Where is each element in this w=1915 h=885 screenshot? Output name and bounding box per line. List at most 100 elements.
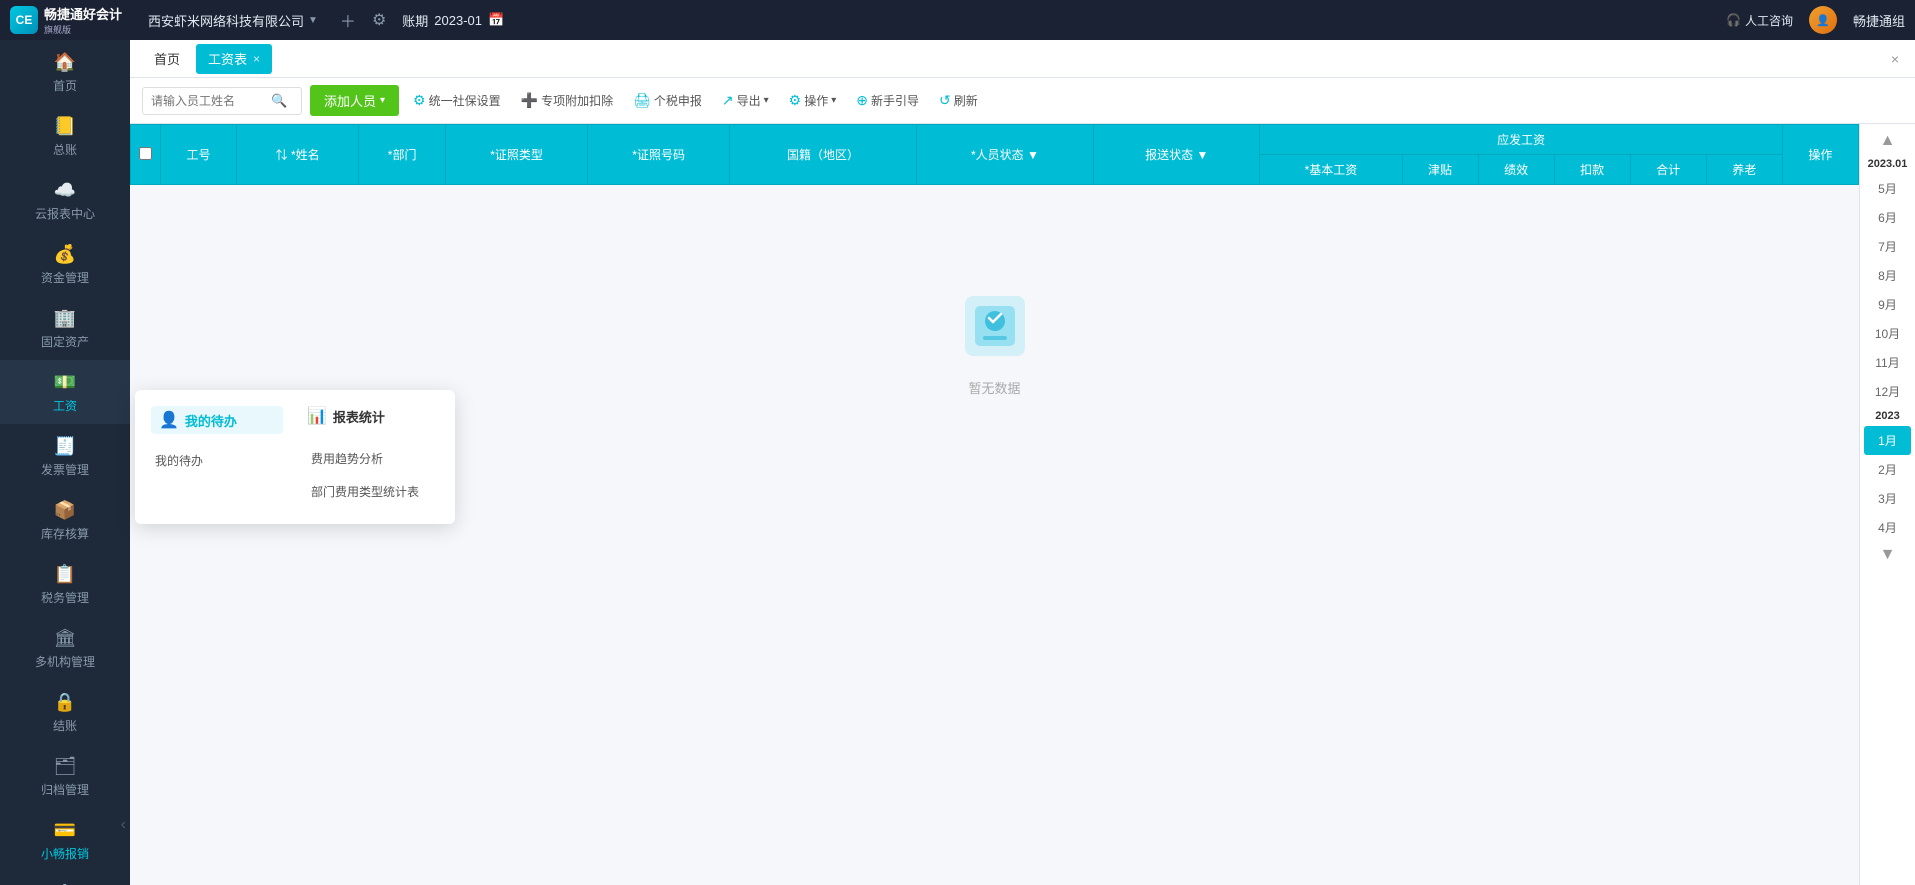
add-person-button[interactable]: 添加人员 ▾ <box>310 85 399 116</box>
home-icon: 🏠 <box>54 52 76 73</box>
sidebar-label-close: 结账 <box>53 717 77 734</box>
timeline-month-7[interactable]: 7月 <box>1860 232 1915 261</box>
right-panel: ▲ 2023.01 5月 6月 7月 8月 9月 10月 11月 12月 202… <box>1859 124 1915 885</box>
user-avatar: 👤 <box>1809 6 1837 34</box>
select-all-checkbox[interactable] <box>139 147 152 160</box>
sidebar-item-archive[interactable]: 🗂 归档管理 <box>0 744 130 808</box>
new-guide-label: 新手引导 <box>871 92 919 109</box>
sidebar-item-cloud-report[interactable]: ☁️ 云报表中心 <box>0 168 130 232</box>
sidebar-label-xiaochang: 小畅报销 <box>41 845 89 862</box>
tax-deduction-button[interactable]: ➕ 专项附加扣除 <box>515 88 619 113</box>
th-pension: 养老 <box>1706 155 1782 185</box>
expense-icon: 💳 <box>54 820 76 841</box>
collapse-arrow-icon: ‹ <box>121 816 126 834</box>
export-button[interactable]: ↗ 导出 ▾ <box>716 88 775 113</box>
filter2-icon[interactable]: ▼ <box>1196 148 1208 162</box>
individual-tax-button[interactable]: 🖨 个税申报 <box>627 88 708 113</box>
th-operation: 操作 <box>1782 125 1858 185</box>
tab-bar: 首页 工资表 × × <box>130 40 1915 78</box>
avatar-icon: 👤 <box>1816 14 1830 27</box>
top-bar-right: 🎧 人工咨询 👤 畅捷通组 <box>1726 6 1905 34</box>
th-total: 合计 <box>1630 155 1706 185</box>
th-id-type: *证照类型 <box>446 125 588 185</box>
tab-home-label: 首页 <box>154 49 180 68</box>
th-person-status: *人员状态 ▼ <box>916 125 1093 185</box>
new-guide-button[interactable]: ⊕ 新手引导 <box>850 88 925 113</box>
sidebar-item-home[interactable]: 🏠 首页 <box>0 40 130 104</box>
close-account-icon: 🔒 <box>54 692 76 713</box>
logo-area: CE 畅捷通好会计 旗舰版 <box>10 4 140 36</box>
fund-icon: 💰 <box>54 244 76 265</box>
popup-item-pending[interactable]: 我的待办 <box>151 444 283 477</box>
xiaochang-popup: 👤 我的待办 我的待办 📊 报表统计 费用趋势分析 部门费用类型统计表 <box>135 390 455 524</box>
social-security-button[interactable]: ⚙ 统一社保设置 <box>407 88 507 113</box>
help-button[interactable]: 🎧 人工咨询 <box>1726 12 1793 29</box>
sidebar-item-multi-org[interactable]: 🏛 多机构管理 <box>0 616 130 680</box>
help-label: 人工咨询 <box>1745 12 1793 29</box>
period-label: 账期 <box>402 11 428 30</box>
popup-pending-header[interactable]: 👤 我的待办 <box>151 406 283 434</box>
sidebar-item-xiaochang[interactable]: 💳 小畅报销 ‹ <box>0 808 130 872</box>
operation-button[interactable]: ⚙ 操作 ▾ <box>783 88 843 113</box>
add-icon[interactable]: ＋ <box>336 4 360 36</box>
search-icon[interactable]: 🔍 <box>271 93 287 109</box>
popup-item-trend[interactable]: 费用趋势分析 <box>307 442 439 475</box>
period-value: 2023-01 <box>434 13 482 28</box>
timeline-month-9[interactable]: 9月 <box>1860 290 1915 319</box>
sidebar-label-tax: 税务管理 <box>41 589 89 606</box>
tab-home[interactable]: 首页 <box>142 44 192 74</box>
sidebar-label-salary: 工资 <box>53 397 77 414</box>
timeline-month-3[interactable]: 3月 <box>1860 484 1915 513</box>
sidebar-item-invoice[interactable]: 🧾 发票管理 <box>0 424 130 488</box>
sidebar-item-asset[interactable]: 🏢 固定资产 <box>0 296 130 360</box>
timeline-month-10[interactable]: 10月 <box>1860 319 1915 348</box>
empty-state-icon <box>955 286 1035 366</box>
popup-item-dept-stats[interactable]: 部门费用类型统计表 <box>307 475 439 508</box>
period-info: 账期 2023-01 📅 <box>402 11 504 30</box>
tab-salary[interactable]: 工资表 × <box>196 44 272 74</box>
timeline-month-8[interactable]: 8月 <box>1860 261 1915 290</box>
refresh-button[interactable]: ↺ 刷新 <box>933 88 984 113</box>
popup-dept-label: 部门费用类型统计表 <box>311 485 419 499</box>
sidebar-item-salary[interactable]: 💵 工资 <box>0 360 130 424</box>
timeline-month-6[interactable]: 6月 <box>1860 203 1915 232</box>
popup-report-header[interactable]: 📊 报表统计 <box>307 406 439 432</box>
calendar-icon[interactable]: 📅 <box>488 12 504 28</box>
settings-icon[interactable]: ⚙ <box>368 6 390 34</box>
search-input[interactable] <box>151 94 271 108</box>
popup-section: 👤 我的待办 我的待办 📊 报表统计 费用趋势分析 部门费用类型统计表 <box>151 406 439 508</box>
invoice-icon: 🧾 <box>54 436 76 457</box>
sidebar-item-fund[interactable]: 💰 资金管理 <box>0 232 130 296</box>
timeline-month-4[interactable]: 4月 <box>1860 513 1915 542</box>
ledger-icon: 📒 <box>54 116 76 137</box>
sidebar-item-basic[interactable]: ⚙️ 基础设置 <box>0 872 130 885</box>
sidebar-item-inventory[interactable]: 📦 库存核算 <box>0 488 130 552</box>
filter-icon[interactable]: ▼ <box>1027 148 1039 162</box>
popup-col-pending: 👤 我的待办 我的待办 <box>151 406 283 508</box>
timeline-month-11[interactable]: 11月 <box>1860 348 1915 377</box>
timeline-nav-down[interactable]: ▼ <box>1876 542 1900 568</box>
timeline-month-5[interactable]: 5月 <box>1860 174 1915 203</box>
individual-tax-icon: 🖨 <box>633 92 651 109</box>
timeline-nav-up[interactable]: ▲ <box>1876 128 1900 154</box>
timeline-month-12[interactable]: 12月 <box>1860 377 1915 406</box>
sidebar-item-ledger[interactable]: 📒 总账 <box>0 104 130 168</box>
company-selector[interactable]: 西安虾米网络科技有限公司 ▼ <box>140 7 326 34</box>
add-btn-label: 添加人员 <box>324 91 376 110</box>
timeline-month-2[interactable]: 2月 <box>1860 455 1915 484</box>
user-name[interactable]: 畅捷通组 <box>1853 11 1905 30</box>
tab-salary-label: 工资表 <box>208 49 247 68</box>
sidebar-label-cloud: 云报表中心 <box>35 205 95 222</box>
sidebar-item-close-account[interactable]: 🔒 结账 <box>0 680 130 744</box>
tab-panel-close-icon[interactable]: × <box>1887 47 1903 71</box>
toolbar: 🔍 添加人员 ▾ ⚙ 统一社保设置 ➕ 专项附加扣除 🖨 个税申报 ↗ 导出 <box>130 78 1915 124</box>
timeline-year-label: 2023.01 <box>1860 154 1915 174</box>
tab-close-icon[interactable]: × <box>253 52 260 66</box>
th-allowance: 津贴 <box>1402 155 1478 185</box>
th-deduction: 扣款 <box>1554 155 1630 185</box>
export-label: 导出 <box>737 92 761 109</box>
timeline-month-1[interactable]: 1月 <box>1864 426 1911 455</box>
th-department: *部门 <box>359 125 446 185</box>
sidebar-item-tax[interactable]: 📋 税务管理 <box>0 552 130 616</box>
timeline-year-2023: 2023 <box>1860 406 1915 426</box>
